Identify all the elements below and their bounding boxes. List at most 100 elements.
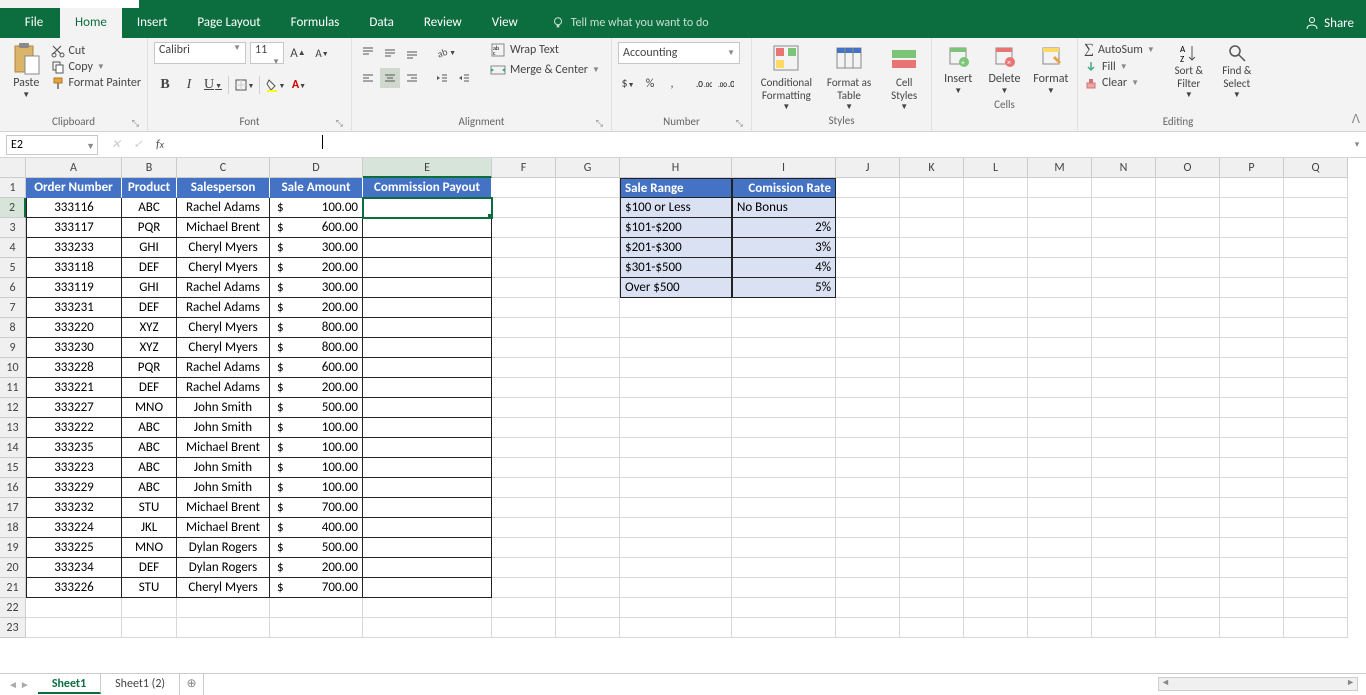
row-header-22[interactable]: 22 <box>0 598 26 618</box>
cell[interactable]: $100.00 <box>270 458 363 478</box>
col-header-L[interactable]: L <box>964 158 1028 178</box>
cell[interactable] <box>1156 298 1220 318</box>
cell[interactable] <box>1284 498 1348 518</box>
underline-button[interactable]: U▼ <box>202 74 224 96</box>
cell[interactable] <box>1028 438 1092 458</box>
cell[interactable] <box>964 318 1028 338</box>
cell[interactable] <box>1284 318 1348 338</box>
cell[interactable] <box>1284 218 1348 238</box>
cell[interactable] <box>1220 578 1284 598</box>
cell[interactable] <box>964 258 1028 278</box>
row-header-16[interactable]: 16 <box>0 478 26 498</box>
number-format-select[interactable]: Accounting▼ <box>618 42 740 64</box>
row-header-1[interactable]: 1 <box>0 178 26 198</box>
cell[interactable] <box>556 518 620 538</box>
align-bottom-button[interactable] <box>402 42 422 62</box>
row-header-6[interactable]: 6 <box>0 278 26 298</box>
cell[interactable] <box>363 298 492 318</box>
col-header-B[interactable]: B <box>122 158 177 178</box>
cell[interactable] <box>1284 298 1348 318</box>
cell[interactable] <box>492 438 556 458</box>
cell[interactable]: 333220 <box>26 318 122 338</box>
cell[interactable]: Sale Amount <box>270 178 363 198</box>
delete-button[interactable]: ×Delete▼ <box>984 42 1024 96</box>
cell[interactable] <box>556 558 620 578</box>
cell[interactable] <box>1220 318 1284 338</box>
tab-nav-prev[interactable]: ◄ <box>8 678 18 691</box>
cell[interactable]: STU <box>122 498 177 518</box>
cell[interactable] <box>1028 458 1092 478</box>
cell[interactable] <box>1028 218 1092 238</box>
cell[interactable]: $700.00 <box>270 498 363 518</box>
cell[interactable] <box>900 438 964 458</box>
cell[interactable] <box>900 238 964 258</box>
col-header-C[interactable]: C <box>177 158 270 178</box>
cell[interactable] <box>1220 218 1284 238</box>
file-tab[interactable]: File <box>8 8 60 38</box>
cell[interactable] <box>363 498 492 518</box>
copy-button[interactable]: Copy ▼ <box>51 60 142 74</box>
cell[interactable]: $800.00 <box>270 338 363 358</box>
col-header-A[interactable]: A <box>26 158 122 178</box>
cell[interactable] <box>1156 458 1220 478</box>
cell[interactable] <box>1092 318 1156 338</box>
cell[interactable] <box>836 438 900 458</box>
cell[interactable] <box>492 518 556 538</box>
cell[interactable] <box>492 338 556 358</box>
cell[interactable] <box>900 338 964 358</box>
cell[interactable]: Rachel Adams <box>177 358 270 378</box>
cell[interactable] <box>1028 298 1092 318</box>
fill-color-button[interactable]: ▼ <box>264 74 286 96</box>
cell[interactable] <box>1220 298 1284 318</box>
cell[interactable]: No Bonus <box>732 198 836 218</box>
cell[interactable] <box>620 578 732 598</box>
cell[interactable] <box>1028 418 1092 438</box>
cell[interactable] <box>363 338 492 358</box>
cell[interactable] <box>363 578 492 598</box>
grid[interactable]: ABCDEFGHIJKLMNOPQ 1234567891011121314151… <box>0 158 1366 673</box>
cell[interactable]: 333229 <box>26 478 122 498</box>
cell[interactable] <box>732 518 836 538</box>
cell[interactable] <box>492 218 556 238</box>
cell[interactable]: $201-$300 <box>620 238 732 258</box>
cell[interactable] <box>836 578 900 598</box>
cell[interactable] <box>1220 178 1284 198</box>
cell[interactable]: XYZ <box>122 318 177 338</box>
indent-inc-button[interactable] <box>454 68 474 88</box>
cell[interactable]: XYZ <box>122 338 177 358</box>
cell[interactable] <box>900 578 964 598</box>
cell[interactable] <box>1156 498 1220 518</box>
cell[interactable] <box>492 398 556 418</box>
cell[interactable] <box>1220 438 1284 458</box>
cell[interactable] <box>900 618 964 638</box>
cell[interactable]: $600.00 <box>270 358 363 378</box>
cell[interactable] <box>556 318 620 338</box>
cell[interactable]: 333231 <box>26 298 122 318</box>
font-color-button[interactable]: A▼ <box>288 74 310 96</box>
cell[interactable] <box>964 578 1028 598</box>
cell[interactable] <box>836 198 900 218</box>
cell[interactable] <box>836 518 900 538</box>
cell[interactable]: John Smith <box>177 458 270 478</box>
cell[interactable] <box>900 418 964 438</box>
cell[interactable]: 333225 <box>26 538 122 558</box>
cell[interactable] <box>1156 258 1220 278</box>
cell[interactable] <box>964 518 1028 538</box>
cell[interactable] <box>620 498 732 518</box>
cell[interactable] <box>1092 198 1156 218</box>
fx-button[interactable]: fx <box>152 137 168 153</box>
cell[interactable]: 333234 <box>26 558 122 578</box>
cell[interactable] <box>1028 538 1092 558</box>
cell[interactable] <box>732 398 836 418</box>
cell[interactable] <box>836 478 900 498</box>
cell[interactable] <box>492 298 556 318</box>
cell[interactable] <box>1156 178 1220 198</box>
cell[interactable] <box>1156 198 1220 218</box>
cell[interactable]: Michael Brent <box>177 438 270 458</box>
format-painter-button[interactable]: Format Painter <box>51 76 142 90</box>
comma-button[interactable]: , <box>662 74 682 94</box>
cell[interactable] <box>732 298 836 318</box>
alignment-launcher[interactable]: ⤡ <box>596 118 603 129</box>
cell[interactable] <box>1092 418 1156 438</box>
cell[interactable] <box>1220 338 1284 358</box>
